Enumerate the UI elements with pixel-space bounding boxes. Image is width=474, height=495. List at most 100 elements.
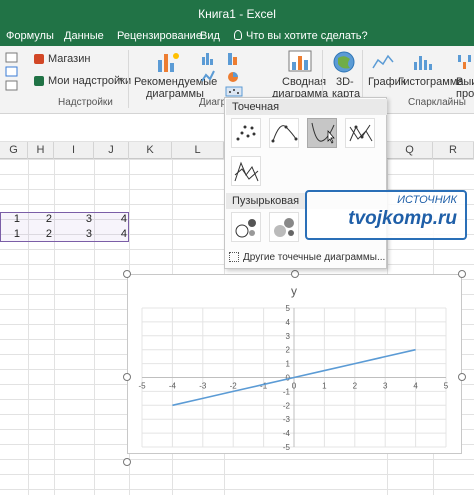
chart-x-tick-label: 1: [322, 382, 327, 391]
column-header-l[interactable]: L: [172, 142, 224, 159]
sparkline-line-icon: [372, 54, 394, 69]
scatter-smooth-lines[interactable]: [307, 118, 337, 148]
addins-dropdown-arrow[interactable]: ▾: [119, 75, 123, 84]
bubble-chart[interactable]: [231, 212, 261, 242]
more-scatter-charts-label: Другие точечные диаграммы...: [243, 252, 386, 263]
chart-y-tick-label: -2: [283, 401, 291, 410]
chart-x-tick-label: -1: [260, 382, 268, 391]
scatter-straight-markers[interactable]: [345, 118, 375, 148]
tab-data[interactable]: Данные: [64, 30, 104, 42]
ribbon-small-icons[interactable]: [5, 52, 19, 92]
cell-g1[interactable]: 1: [6, 213, 20, 225]
recommended-charts-line2: диаграммы: [146, 88, 204, 100]
cell-h1[interactable]: 2: [38, 213, 52, 225]
scatter-section-header: Точечная: [226, 99, 387, 115]
bubble-3d-chart[interactable]: [269, 212, 299, 242]
cell-j2[interactable]: 4: [113, 228, 127, 240]
chart-y-tick-label: 4: [286, 318, 291, 327]
scatter-straight-lines[interactable]: [231, 156, 261, 186]
window-title: Книга1 - Excel: [198, 7, 276, 21]
cell-h2[interactable]: 2: [38, 228, 52, 240]
scatter-smooth-markers-icon: [271, 125, 298, 143]
scatter-smooth-markers[interactable]: [269, 118, 299, 148]
column-header-r[interactable]: R: [433, 142, 474, 159]
column-header-g[interactable]: G: [0, 142, 28, 159]
3d-map-button[interactable]: 3D-: [336, 76, 354, 88]
chart-x-tick-label: 0: [292, 382, 297, 391]
cell-i1[interactable]: 3: [78, 213, 92, 225]
scatter-markers-only[interactable]: [231, 118, 261, 148]
embedded-chart[interactable]: -5 -4 -3 -2 -1 0 1 2 3 4 5 5 4 3 2 1 0 -1 -2 -3 -4 -5 y: [127, 274, 462, 454]
scatter-chart-gallery: Точечная Пузырьковая Другие точечные диа…: [224, 97, 387, 269]
chart-resize-handle[interactable]: [123, 270, 131, 278]
column-header-h[interactable]: H: [28, 142, 54, 159]
chart-y-tick-label: -3: [283, 415, 291, 424]
cell-i2[interactable]: 3: [78, 228, 92, 240]
store-button[interactable]: Магазин: [48, 53, 90, 65]
column-header-k[interactable]: K: [129, 142, 172, 159]
chart-y-tick-label: 2: [286, 346, 291, 355]
pivot-chart-icon: [288, 50, 312, 72]
bubble-icon: [235, 219, 256, 238]
chart-title: y: [291, 284, 297, 298]
watermark-stamp: ИСТОЧНИК tvojkomp.ru: [305, 190, 467, 240]
column-header-q[interactable]: Q: [387, 142, 433, 159]
chart-x-tick-label: -5: [138, 382, 146, 391]
column-header-j[interactable]: J: [94, 142, 129, 159]
lightbulb-icon: [234, 30, 242, 40]
scatter-more-icon: [229, 252, 239, 262]
recommended-charts-icon: [158, 53, 179, 72]
watermark-line1: ИСТОЧНИК: [397, 194, 457, 206]
sparkline-column-icon: [414, 56, 432, 70]
3d-map-icon: [333, 51, 355, 73]
tab-formulas[interactable]: Формулы: [6, 30, 54, 42]
tab-review[interactable]: Рецензирование: [117, 30, 202, 42]
bubble-3d-icon: [274, 218, 294, 237]
chart-x-tick-label: -2: [230, 382, 238, 391]
chart-resize-handle[interactable]: [123, 458, 131, 466]
chart-plot: -5 -4 -3 -2 -1 0 1 2 3 4 5543210-1-2-3-4-5y: [138, 284, 449, 452]
chart-y-tick-label: 1: [286, 360, 291, 369]
chart-resize-handle[interactable]: [458, 373, 466, 381]
watermark-line2: tvojkomp.ru: [348, 208, 457, 229]
tell-me-search[interactable]: Что вы хотите сделать?: [234, 30, 368, 42]
scatter-smooth-lines-icon: [311, 122, 335, 144]
chart-y-tick-label: 3: [286, 332, 291, 341]
sparkline-winloss-icon: [458, 55, 471, 69]
chart-x-tick-label: 4: [413, 382, 418, 391]
addins-group-label: Надстройки: [58, 97, 113, 108]
chart-y-tick-label: 5: [286, 304, 291, 313]
chart-x-tick-label: 5: [444, 382, 449, 391]
sparkline-column-button[interactable]: Гистограмма: [398, 76, 464, 88]
grid-line: [54, 159, 55, 495]
tell-me-label: Что вы хотите сделать?: [246, 30, 368, 42]
chart-resize-handle[interactable]: [291, 270, 299, 278]
tab-view[interactable]: Вид: [200, 30, 220, 42]
column-header-i[interactable]: I: [54, 142, 94, 159]
chart-x-tick-label: -3: [199, 382, 207, 391]
scatter-straight-lines-icon: [234, 161, 259, 182]
chart-x-tick-label: -4: [169, 382, 177, 391]
sparklines-group-label: Спарклайны: [408, 97, 466, 108]
chart-y-tick-label: -4: [283, 429, 291, 438]
chart-x-tick-label: 3: [383, 382, 388, 391]
chart-x-tick-label: 2: [353, 382, 358, 391]
chart-type-icons[interactable]: [200, 51, 248, 97]
store-icon: [34, 54, 44, 64]
scatter-markers-icon: [236, 125, 256, 141]
chart-resize-handle[interactable]: [123, 373, 131, 381]
grid-line: [28, 159, 29, 495]
sparkline-winloss-button[interactable]: Выиг: [456, 76, 474, 88]
pivot-chart-button[interactable]: Сводная: [282, 76, 326, 88]
grid-line: [94, 159, 95, 495]
cell-g2[interactable]: 1: [6, 228, 20, 240]
chart-y-tick-label: -5: [283, 443, 291, 452]
ribbon-separator: [128, 50, 129, 108]
more-scatter-charts-link[interactable]: Другие точечные диаграммы...: [229, 250, 385, 266]
chart-resize-handle[interactable]: [458, 270, 466, 278]
cell-j1[interactable]: 4: [113, 213, 127, 225]
addins-icon: [34, 76, 44, 86]
ribbon-tabs: Формулы Данные Рецензирование Вид Что вы…: [0, 28, 474, 46]
charts-group-label: Диагр: [199, 97, 227, 108]
title-bar: Книга1 - Excel: [0, 0, 474, 28]
